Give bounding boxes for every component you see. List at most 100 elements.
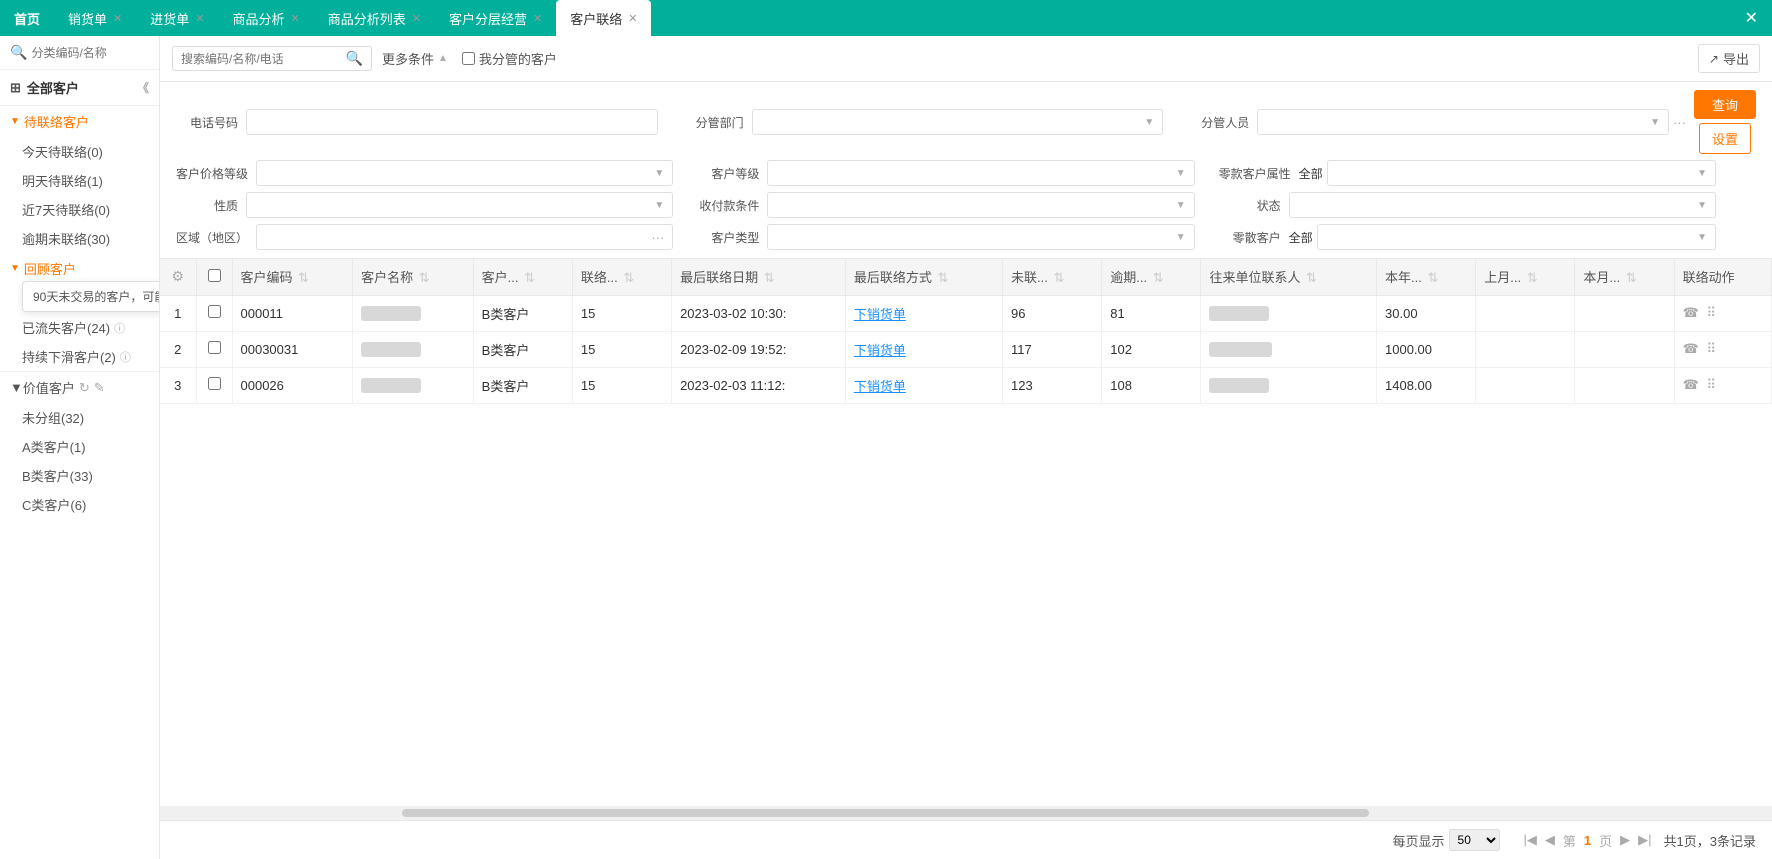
- row-last-method[interactable]: 下销货单: [845, 295, 1002, 331]
- col-name-sort[interactable]: ⇅: [419, 270, 430, 285]
- settings-button[interactable]: 设置: [1699, 123, 1751, 154]
- tab-sales-order[interactable]: 销货单 ✕: [54, 0, 136, 36]
- sidebar-item-churn-warning[interactable]: 流失预警客户(3) ⓘ: [0, 284, 159, 313]
- col-unlisted-sort[interactable]: ⇅: [1054, 270, 1065, 285]
- filter-gender-select[interactable]: ▼: [246, 192, 673, 218]
- col-this-month-sort[interactable]: ⇅: [1626, 270, 1637, 285]
- row-code: 00030031: [232, 331, 353, 367]
- close-tab-customer-contact[interactable]: ✕: [628, 12, 637, 25]
- filter-zero-attr-select[interactable]: ▼: [1327, 160, 1716, 186]
- select-all-checkbox[interactable]: [208, 269, 221, 282]
- row-checkbox[interactable]: [196, 367, 232, 403]
- table-gear-icon[interactable]: ⚙: [171, 268, 184, 284]
- sidebar-item-class-a[interactable]: A类客户(1): [0, 432, 159, 461]
- action-call-icon[interactable]: ☎: [1683, 341, 1699, 356]
- col-last-method: 最后联络方式 ⇅: [845, 259, 1002, 295]
- prev-page-btn[interactable]: ◀: [1545, 832, 1555, 848]
- more-conditions-btn[interactable]: 更多条件 ▲: [382, 49, 448, 68]
- area-more[interactable]: ···: [651, 230, 664, 245]
- close-tab-product-analysis-list[interactable]: ✕: [412, 12, 421, 25]
- close-tab-sales-order[interactable]: ✕: [113, 12, 122, 25]
- filter-manager-select[interactable]: ▼: [1257, 109, 1669, 135]
- filter-price-level-select[interactable]: ▼: [256, 160, 673, 186]
- data-table-wrap: ⚙ 客户编码 ⇅ 客户名称 ⇅: [160, 259, 1772, 806]
- col-code-sort[interactable]: ⇅: [298, 270, 309, 285]
- settings-icon-value[interactable]: ✎: [94, 380, 105, 396]
- sidebar-item-week-pending[interactable]: 近7天待联络(0): [0, 195, 159, 224]
- filter-dept-select[interactable]: ▼: [752, 109, 1164, 135]
- first-page-btn[interactable]: |◀: [1524, 832, 1537, 848]
- row-actions[interactable]: ☎ ⠿: [1674, 331, 1771, 367]
- col-this-year-sort[interactable]: ⇅: [1427, 270, 1438, 285]
- filter-payment-select[interactable]: ▼: [767, 192, 1194, 218]
- col-last-date-sort[interactable]: ⇅: [764, 270, 775, 285]
- row-actions[interactable]: ☎ ⠿: [1674, 295, 1771, 331]
- col-liaison-sort[interactable]: ⇅: [1306, 270, 1317, 285]
- scroll-thumb[interactable]: [402, 809, 1369, 817]
- filter-more-btn[interactable]: ···: [1673, 115, 1686, 130]
- close-tab-customer-layered[interactable]: ✕: [533, 12, 542, 25]
- action-more-icon[interactable]: ⠿: [1706, 305, 1716, 320]
- filter-customer-type-select[interactable]: ▼: [767, 224, 1194, 250]
- horizontal-scrollbar[interactable]: [160, 806, 1772, 820]
- sidebar-group-value[interactable]: ▼ 价值客户 ↻ ✎: [0, 371, 159, 403]
- filter-gender: 性质 ▼: [176, 192, 673, 218]
- action-more-icon[interactable]: ⠿: [1706, 377, 1716, 392]
- tab-customer-layered[interactable]: 客户分层经营 ✕: [435, 0, 556, 36]
- info-icon-churn: ⓘ: [120, 291, 131, 307]
- sidebar-group-pending[interactable]: ▼ 待联络客户: [0, 106, 159, 137]
- sidebar-all-customers[interactable]: ⊞ 全部客户 《: [0, 70, 159, 106]
- action-call-icon[interactable]: ☎: [1683, 305, 1699, 320]
- last-page-btn[interactable]: ▶|: [1638, 832, 1651, 848]
- search-submit-icon[interactable]: 🔍: [346, 50, 363, 67]
- filter-row-3: 性质 ▼ 收付款条件 ▼ 状态: [176, 192, 1756, 218]
- my-customers-checkbox[interactable]: [462, 52, 475, 65]
- row-checkbox[interactable]: [196, 295, 232, 331]
- per-page-select[interactable]: 50 100 200: [1449, 829, 1500, 851]
- filter-zero-customer-select[interactable]: ▼: [1317, 224, 1716, 250]
- export-button[interactable]: ↗ 导出: [1698, 44, 1760, 73]
- col-last-method-sort[interactable]: ⇅: [937, 270, 948, 285]
- row-last-method[interactable]: 下销货单: [845, 367, 1002, 403]
- tab-customer-contact[interactable]: 客户联络 ✕: [556, 0, 651, 36]
- sidebar-item-overdue-pending[interactable]: 逾期未联络(30): [0, 224, 159, 253]
- row-overdue: 102: [1102, 331, 1201, 367]
- sidebar-item-declining[interactable]: 持续下滑客户(2) ⓘ: [0, 342, 159, 371]
- tab-product-analysis[interactable]: 商品分析 ✕: [218, 0, 313, 36]
- sidebar-item-ungrouped[interactable]: 未分组(32): [0, 403, 159, 432]
- row-last-method[interactable]: 下销货单: [845, 331, 1002, 367]
- row-checkbox[interactable]: [196, 331, 232, 367]
- filter-customer-level-select[interactable]: ▼: [767, 160, 1194, 186]
- sidebar-item-class-c[interactable]: C类客户(6): [0, 490, 159, 519]
- search-input-wrap: 🔍: [172, 46, 372, 71]
- sidebar-item-tomorrow-pending[interactable]: 明天待联络(1): [0, 166, 159, 195]
- col-contact-sort[interactable]: ⇅: [623, 270, 634, 285]
- filter-area-select[interactable]: ···: [256, 224, 673, 250]
- col-type-sort[interactable]: ⇅: [524, 270, 535, 285]
- sidebar-item-class-b[interactable]: B类客户(33): [0, 461, 159, 490]
- sidebar-search-input[interactable]: [31, 46, 149, 60]
- tab-product-analysis-list[interactable]: 商品分析列表 ✕: [314, 0, 435, 36]
- next-page-btn[interactable]: ▶: [1620, 832, 1630, 848]
- sidebar-item-today-pending[interactable]: 今天待联络(0): [0, 137, 159, 166]
- edit-icon-value[interactable]: ↻: [79, 380, 90, 396]
- sidebar-group-review[interactable]: ▼ 回顾客户: [0, 253, 159, 284]
- col-last-month-sort[interactable]: ⇅: [1527, 270, 1538, 285]
- close-tab-purchase-order[interactable]: ✕: [195, 12, 204, 25]
- close-tab-product-analysis[interactable]: ✕: [291, 12, 300, 25]
- table-row: 1 000011 ██████ B类客户 15 2023-03-02 10:30…: [160, 295, 1772, 331]
- filter-phone-input[interactable]: [246, 109, 658, 135]
- search-input[interactable]: [181, 52, 342, 66]
- col-overdue-sort[interactable]: ⇅: [1153, 270, 1164, 285]
- close-all-tabs[interactable]: ✕: [1731, 8, 1772, 28]
- my-customers-toggle[interactable]: 我分管的客户: [462, 49, 557, 68]
- filter-status-select[interactable]: ▼: [1289, 192, 1716, 218]
- action-more-icon[interactable]: ⠿: [1706, 341, 1716, 356]
- query-button[interactable]: 查询: [1694, 90, 1756, 119]
- tab-home[interactable]: 首页: [0, 0, 54, 36]
- action-call-icon[interactable]: ☎: [1683, 377, 1699, 392]
- tab-purchase-order[interactable]: 进货单 ✕: [136, 0, 218, 36]
- row-actions[interactable]: ☎ ⠿: [1674, 367, 1771, 403]
- sidebar-item-churned[interactable]: 已流失客户(24) ⓘ: [0, 313, 159, 342]
- main-layout: 🔍 ⊞ 全部客户 《 ▼ 待联络客户 今天待联络(0) 明天待联络(1) 近7天…: [0, 36, 1772, 859]
